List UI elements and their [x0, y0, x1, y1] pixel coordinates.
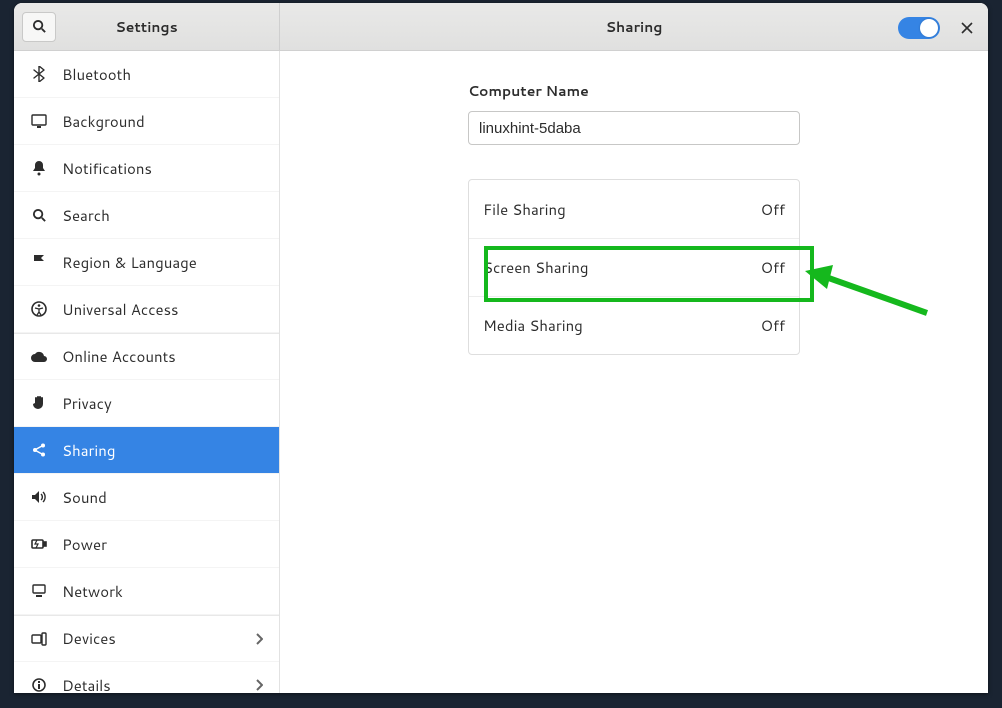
devices-icon [30, 630, 48, 648]
details-icon [30, 676, 48, 693]
option-screen-sharing[interactable]: Screen Sharing Off [469, 238, 799, 296]
computer-name-label: Computer Name [468, 81, 800, 101]
sidebar-item-label: Sharing [62, 440, 115, 461]
sidebar-item-label: Network [62, 581, 123, 602]
sidebar-item-universal-access[interactable]: Universal Access [14, 286, 279, 333]
search-button[interactable] [22, 12, 56, 42]
search-icon [30, 206, 48, 224]
page-title: Sharing [280, 17, 988, 37]
close-button[interactable] [956, 17, 978, 39]
sidebar-item-label: Sound [62, 487, 107, 508]
sidebar-item-label: Devices [62, 628, 116, 649]
cloud-icon [30, 348, 48, 366]
sidebar-item-power[interactable]: Power [14, 521, 279, 568]
sidebar-item-devices[interactable]: Devices [14, 615, 279, 662]
window-body: Bluetooth Background Notifications Searc… [14, 51, 988, 693]
headerbar-left: Settings [14, 3, 280, 50]
chevron-right-icon [255, 679, 263, 691]
option-file-sharing[interactable]: File Sharing Off [469, 180, 799, 238]
power-icon [30, 535, 48, 553]
sidebar-item-label: Universal Access [62, 299, 179, 320]
sidebar-item-label: Online Accounts [62, 346, 176, 367]
search-icon [32, 19, 47, 34]
content-area: Computer Name File Sharing Off Screen Sh… [280, 51, 988, 693]
sidebar-item-details[interactable]: Details [14, 662, 279, 693]
settings-window: Settings Sharing Bluetooth [14, 3, 988, 693]
option-label: Media Sharing [483, 315, 583, 336]
hand-icon [30, 394, 48, 412]
network-icon [30, 582, 48, 600]
sidebar-item-sound[interactable]: Sound [14, 474, 279, 521]
headerbar-right: Sharing [280, 3, 988, 50]
sidebar-item-label: Background [62, 111, 145, 132]
sidebar-item-label: Bluetooth [62, 64, 131, 85]
option-status: Off [761, 315, 785, 336]
option-media-sharing[interactable]: Media Sharing Off [469, 296, 799, 354]
sidebar-item-label: Privacy [62, 393, 112, 414]
headerbar: Settings Sharing [14, 3, 988, 51]
sidebar-item-background[interactable]: Background [14, 98, 279, 145]
sidebar-item-label: Region & Language [62, 252, 197, 273]
sidebar: Bluetooth Background Notifications Searc… [14, 51, 280, 693]
option-status: Off [761, 257, 785, 278]
option-label: File Sharing [483, 199, 566, 220]
switch-knob [920, 19, 938, 37]
sidebar-item-sharing[interactable]: Sharing [14, 427, 279, 474]
sidebar-item-online-accounts[interactable]: Online Accounts [14, 333, 279, 380]
sidebar-item-label: Notifications [62, 158, 152, 179]
sidebar-item-bluetooth[interactable]: Bluetooth [14, 51, 279, 98]
sharing-options-list: File Sharing Off Screen Sharing Off Medi… [468, 179, 800, 355]
option-status: Off [761, 199, 785, 220]
computer-name-input[interactable] [468, 111, 800, 145]
speaker-icon [30, 488, 48, 506]
sidebar-item-network[interactable]: Network [14, 568, 279, 615]
sidebar-item-label: Search [62, 205, 110, 226]
sharing-master-switch[interactable] [898, 17, 940, 39]
share-icon [30, 441, 48, 459]
chevron-right-icon [255, 633, 263, 645]
flag-icon [30, 253, 48, 271]
bell-icon [30, 159, 48, 177]
option-label: Screen Sharing [483, 257, 588, 278]
sidebar-item-notifications[interactable]: Notifications [14, 145, 279, 192]
sidebar-item-search[interactable]: Search [14, 192, 279, 239]
background-icon [30, 112, 48, 130]
sidebar-item-privacy[interactable]: Privacy [14, 380, 279, 427]
accessibility-icon [30, 300, 48, 318]
sidebar-item-label: Details [62, 675, 111, 694]
bluetooth-icon [30, 65, 48, 83]
sidebar-item-region[interactable]: Region & Language [14, 239, 279, 286]
close-icon [961, 22, 973, 34]
sidebar-item-label: Power [62, 534, 107, 555]
